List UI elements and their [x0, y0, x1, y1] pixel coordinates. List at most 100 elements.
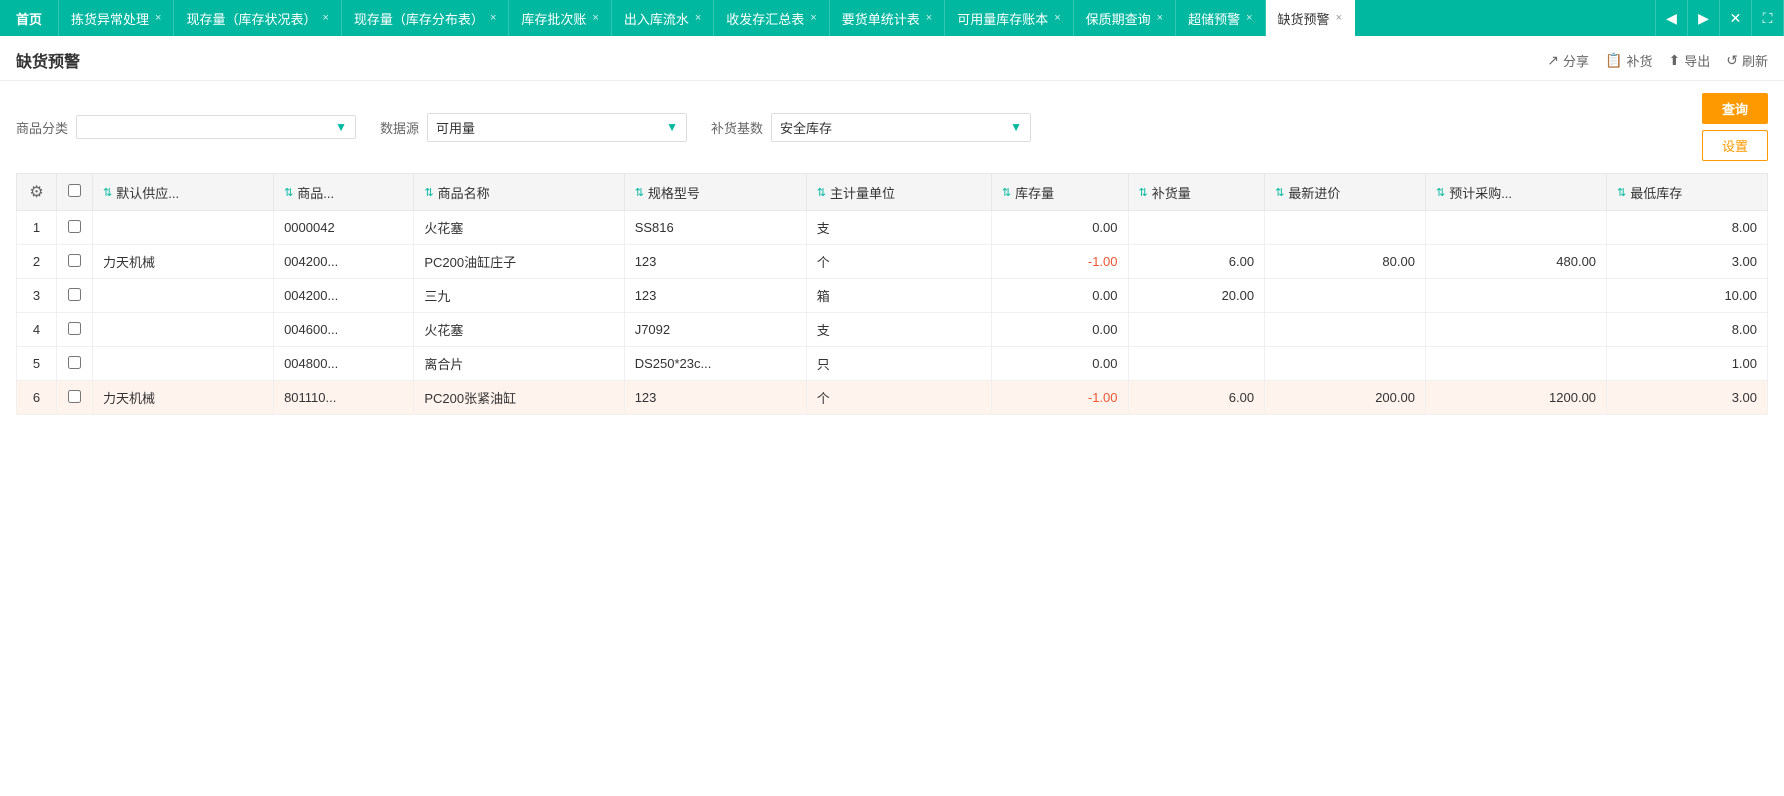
row-checkbox-2[interactable] [57, 279, 93, 313]
row-select-checkbox-4[interactable] [68, 356, 81, 369]
row-checkbox-4[interactable] [57, 347, 93, 381]
row-spec-0: SS816 [624, 211, 806, 245]
nav-tab-label-2: 现存量（库存状况表） [186, 9, 316, 28]
nav-tab-label-6: 收发存汇总表 [726, 9, 804, 28]
nav-prev-btn[interactable]: ◀ [1656, 0, 1688, 36]
nav-tab-close-7[interactable]: × [926, 12, 932, 24]
row-latest-price-2 [1265, 279, 1426, 313]
query-button[interactable]: 查询 [1702, 93, 1768, 124]
header-action-导出[interactable]: ⬆导出 [1669, 51, 1711, 70]
header-action-label-2: 导出 [1684, 51, 1710, 70]
datasource-select[interactable]: 可用量 ▼ [427, 113, 687, 142]
datasource-label: 数据源 [380, 118, 419, 137]
row-min-stock-1: 3.00 [1607, 245, 1768, 279]
header-action-补货[interactable]: 📋补货 [1605, 51, 1652, 70]
row-index-4: 5 [17, 347, 57, 381]
nav-tab-9[interactable]: 保质期查询 × [1074, 0, 1176, 36]
nav-tab-label-5: 出入库流水 [624, 9, 689, 28]
col-label-spec: 规格型号 [648, 183, 700, 202]
row-est-purchase-2 [1425, 279, 1606, 313]
nav-tab-close-3[interactable]: × [490, 12, 496, 24]
table-row: 4004600...火花塞J7092支0.008.00 [17, 313, 1768, 347]
table-row: 3004200...三九123箱0.0020.0010.00 [17, 279, 1768, 313]
row-index-0: 1 [17, 211, 57, 245]
row-min-stock-2: 10.00 [1607, 279, 1768, 313]
row-select-checkbox-5[interactable] [68, 390, 81, 403]
row-index-3: 4 [17, 313, 57, 347]
nav-tab-close-5[interactable]: × [695, 12, 701, 24]
row-spec-2: 123 [624, 279, 806, 313]
nav-fullscreen-btn[interactable]: ⛶ [1752, 0, 1784, 36]
sort-icon-spec: ⇅ [635, 186, 644, 199]
nav-next-btn[interactable]: ▶ [1688, 0, 1720, 36]
nav-tab-close-9[interactable]: × [1157, 12, 1163, 24]
row-select-checkbox-2[interactable] [68, 288, 81, 301]
page-content: 缺货预警 ↗分享📋补货⬆导出↺刷新 商品分类 ▼ 数据源 可用量 ▼ 补货基数 … [0, 36, 1784, 796]
col-label-latest_price: 最新进价 [1288, 183, 1340, 202]
nav-tab-8[interactable]: 可用量库存账本 × [945, 0, 1073, 36]
nav-tab-close-4[interactable]: × [592, 12, 598, 24]
row-product-code-5: 801110... [274, 381, 414, 415]
sort-icon-replenish: ⇅ [1139, 186, 1148, 199]
nav-tab-4[interactable]: 库存批次账× [509, 0, 611, 36]
row-product-code-4: 004800... [274, 347, 414, 381]
replenish-label: 补货基数 [711, 118, 763, 137]
col-label-replenish: 补货量 [1152, 183, 1191, 202]
sort-icon-supplier: ⇅ [103, 186, 112, 199]
replenish-select[interactable]: 安全库存 ▼ [771, 113, 1031, 142]
header-action-刷新[interactable]: ↺刷新 [1726, 51, 1768, 70]
nav-tab-close-6[interactable]: × [810, 12, 816, 24]
nav-tab-close-2[interactable]: × [322, 12, 328, 24]
category-select[interactable]: ▼ [76, 115, 356, 139]
sort-icon-stock: ⇅ [1002, 186, 1011, 199]
row-checkbox-3[interactable] [57, 313, 93, 347]
nav-tab-close-1[interactable]: × [155, 12, 161, 24]
nav-tab-close-10[interactable]: × [1246, 12, 1252, 24]
nav-tab-1[interactable]: 拣货异常处理× [59, 0, 174, 36]
top-nav: 首页拣货异常处理×现存量（库存状况表）×现存量（库存分布表）×库存批次账×出入库… [0, 0, 1784, 36]
nav-tab-7[interactable]: 要货单统计表× [830, 0, 945, 36]
nav-tab-0[interactable]: 首页 [0, 0, 59, 36]
row-unit-4: 只 [806, 347, 991, 381]
nav-tab-close-8[interactable]: × [1054, 12, 1060, 24]
nav-close-btn[interactable]: ✕ [1720, 0, 1752, 36]
row-checkbox-0[interactable] [57, 211, 93, 245]
header-action-分享[interactable]: ↗分享 [1547, 51, 1589, 70]
select-all-checkbox[interactable] [68, 184, 81, 197]
row-checkbox-1[interactable] [57, 245, 93, 279]
datasource-dropdown-icon: ▼ [666, 120, 678, 134]
row-product-code-3: 004600... [274, 313, 414, 347]
setting-button[interactable]: 设置 [1702, 130, 1768, 161]
row-est-purchase-1: 480.00 [1425, 245, 1606, 279]
col-header-stock: ⇅库存量 [991, 174, 1128, 211]
sort-icon-min_stock: ⇅ [1617, 186, 1626, 199]
nav-tab-3[interactable]: 现存量（库存分布表）× [342, 0, 509, 36]
table-row: 2力天机械004200...PC200油缸庄子123个-1.006.0080.0… [17, 245, 1768, 279]
row-checkbox-5[interactable] [57, 381, 93, 415]
row-select-checkbox-3[interactable] [68, 322, 81, 335]
row-min-stock-3: 8.00 [1607, 313, 1768, 347]
row-product-name-4: 离合片 [414, 347, 624, 381]
row-select-checkbox-0[interactable] [68, 220, 81, 233]
nav-tab-6[interactable]: 收发存汇总表 × [714, 0, 829, 36]
row-product-name-0: 火花塞 [414, 211, 624, 245]
table-container: ⚙⇅默认供应...⇅商品...⇅商品名称⇅规格型号⇅主计量单位⇅库存量⇅补货量⇅… [0, 173, 1784, 415]
nav-tab-label-8: 可用量库存账本 [957, 9, 1048, 28]
nav-tab-2[interactable]: 现存量（库存状况表） × [174, 0, 341, 36]
query-actions: 查询 设置 [1702, 93, 1768, 161]
nav-tab-10[interactable]: 超储预警× [1176, 0, 1265, 36]
row-select-checkbox-1[interactable] [68, 254, 81, 267]
row-replenish-2: 20.00 [1128, 279, 1265, 313]
nav-tab-label-9: 保质期查询 [1086, 9, 1151, 28]
nav-tab-5[interactable]: 出入库流水 × [612, 0, 714, 36]
gear-button[interactable]: ⚙ [29, 182, 43, 202]
header-actions: ↗分享 📋补货 ⬆导出 ↺刷新 [1547, 51, 1768, 70]
header-action-label-3: 刷新 [1742, 51, 1768, 70]
nav-tab-close-11[interactable]: × [1336, 12, 1342, 24]
header-action-label-1: 补货 [1626, 51, 1652, 70]
header-action-icon-1: 📋 [1605, 52, 1622, 69]
col-header-check[interactable] [57, 174, 93, 211]
header-action-icon-3: ↺ [1726, 52, 1738, 69]
nav-tab-11[interactable]: 缺货预警× [1266, 0, 1355, 36]
col-header-gear[interactable]: ⚙ [17, 174, 57, 211]
